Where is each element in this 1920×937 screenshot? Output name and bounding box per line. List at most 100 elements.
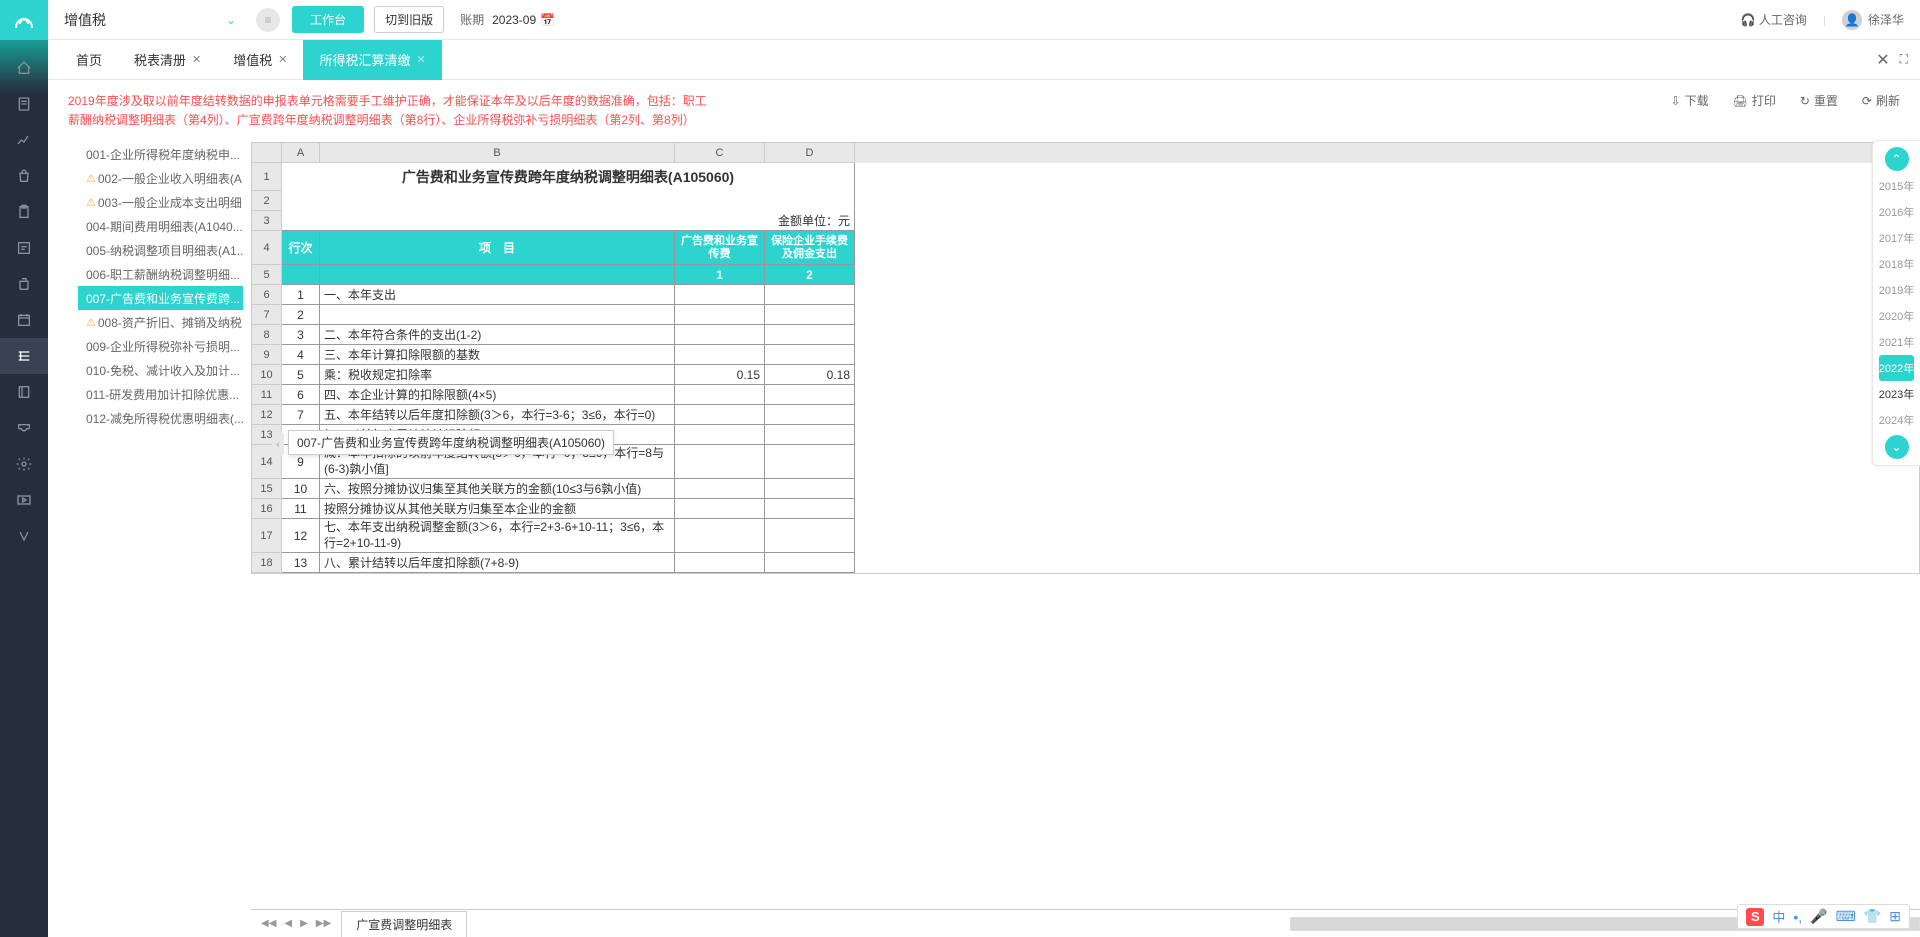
cell-value[interactable] bbox=[765, 425, 855, 445]
cell-value[interactable] bbox=[675, 405, 765, 425]
navlist-item[interactable]: 006-职工薪酬纳税调整明细... bbox=[78, 262, 243, 286]
cell-value[interactable] bbox=[765, 305, 855, 325]
year-up-icon[interactable]: ⌃ bbox=[1885, 147, 1909, 171]
sheet-prev-icon[interactable]: ◀ bbox=[282, 918, 294, 929]
ledger-icon[interactable] bbox=[0, 338, 48, 374]
navlist-item[interactable]: 004-期间费用明细表(A1040... bbox=[78, 214, 243, 238]
cell-value[interactable] bbox=[675, 553, 765, 573]
home-icon[interactable] bbox=[0, 50, 48, 86]
row-header[interactable]: 12 bbox=[252, 405, 282, 425]
ime-mic-icon[interactable]: 🎤 bbox=[1810, 908, 1827, 925]
close-icon[interactable]: ✕ bbox=[192, 53, 201, 66]
chart-icon[interactable] bbox=[0, 122, 48, 158]
cell-item[interactable]: 四、本企业计算的扣除限额(4×5) bbox=[320, 385, 675, 405]
header-sub2[interactable]: 2 bbox=[765, 265, 855, 285]
clipboard-icon[interactable] bbox=[0, 194, 48, 230]
row-header[interactable]: 16 bbox=[252, 499, 282, 519]
logo[interactable] bbox=[0, 0, 48, 40]
cell-rownum[interactable]: 13 bbox=[282, 553, 320, 573]
cell-item[interactable]: 六、按照分摊协议归集至其他关联方的金额(10≤3与6孰小值) bbox=[320, 479, 675, 499]
cell-value[interactable] bbox=[675, 479, 765, 499]
cell-item[interactable]: 一、本年支出 bbox=[320, 285, 675, 305]
year-item[interactable]: 2024年 bbox=[1879, 407, 1914, 433]
navlist-item[interactable]: ⚠003-一般企业成本支出明细... bbox=[78, 190, 243, 214]
row-header[interactable]: 17 bbox=[252, 519, 282, 553]
inbox-icon[interactable] bbox=[0, 410, 48, 446]
doc-icon[interactable] bbox=[0, 86, 48, 122]
cell-value[interactable] bbox=[765, 285, 855, 305]
header-col2[interactable]: 保险企业手续费及佣金支出 bbox=[765, 231, 855, 265]
cell-value[interactable] bbox=[675, 345, 765, 365]
navlist-item[interactable]: 001-企业所得税年度纳税申... bbox=[78, 142, 243, 166]
cell-value[interactable] bbox=[765, 345, 855, 365]
cell-value[interactable] bbox=[675, 285, 765, 305]
sheet-first-icon[interactable]: ◀◀ bbox=[259, 918, 278, 929]
circle-icon[interactable]: ≡ bbox=[256, 8, 280, 32]
row-header[interactable]: 11 bbox=[252, 385, 282, 405]
cell-value[interactable] bbox=[765, 553, 855, 573]
col-header-d[interactable]: D bbox=[765, 143, 855, 163]
cell-rownum[interactable]: 12 bbox=[282, 519, 320, 553]
row-header[interactable]: 5 bbox=[252, 265, 282, 285]
year-item[interactable]: 2017年 bbox=[1879, 225, 1914, 251]
cell-rownum[interactable]: 3 bbox=[282, 325, 320, 345]
settings-icon[interactable] bbox=[0, 446, 48, 482]
cell-value[interactable] bbox=[675, 325, 765, 345]
video-icon[interactable] bbox=[0, 482, 48, 518]
v-icon[interactable] bbox=[0, 518, 48, 554]
workspace-button[interactable]: 工作台 bbox=[292, 6, 364, 33]
title-dropdown-icon[interactable]: ⌄ bbox=[226, 13, 236, 27]
close-all-icon[interactable]: ✕ bbox=[1876, 50, 1889, 70]
bag-icon[interactable] bbox=[0, 158, 48, 194]
cell-rownum[interactable]: 11 bbox=[282, 499, 320, 519]
year-item[interactable]: 2022年 bbox=[1879, 355, 1914, 381]
cell-value[interactable] bbox=[675, 445, 765, 479]
year-item[interactable]: 2020年 bbox=[1879, 303, 1914, 329]
row-header[interactable]: 10 bbox=[252, 365, 282, 385]
cell-rownum[interactable]: 10 bbox=[282, 479, 320, 499]
header-col1[interactable]: 广告费和业务宣传费 bbox=[675, 231, 765, 265]
cell-item[interactable]: 乘：税收规定扣除率 bbox=[320, 365, 675, 385]
switch-old-button[interactable]: 切到旧版 bbox=[374, 6, 444, 33]
row-header[interactable]: 15 bbox=[252, 479, 282, 499]
tab-tax-list[interactable]: 税表清册✕ bbox=[118, 40, 217, 80]
close-icon[interactable]: ✕ bbox=[417, 53, 426, 66]
col-header-c[interactable]: C bbox=[675, 143, 765, 163]
navlist-item[interactable]: ⚠002-一般企业收入明细表(A... bbox=[78, 166, 243, 190]
cell-item[interactable]: 按照分摊协议从其他关联方归集至本企业的金额 bbox=[320, 499, 675, 519]
navlist-item[interactable]: 007-广告费和业务宣传费跨... bbox=[78, 286, 243, 310]
cell-item[interactable] bbox=[320, 305, 675, 325]
cell-value[interactable] bbox=[675, 519, 765, 553]
header-rownum[interactable]: 行次 bbox=[282, 231, 320, 265]
cell-value[interactable] bbox=[765, 519, 855, 553]
col-header-b[interactable]: B bbox=[320, 143, 675, 163]
navlist-item[interactable]: 011-研发费用加计扣除优惠... bbox=[78, 382, 243, 406]
cell-value[interactable]: 0.15 bbox=[675, 365, 765, 385]
year-item[interactable]: 2016年 bbox=[1879, 199, 1914, 225]
cell-value[interactable] bbox=[765, 385, 855, 405]
sheet-tab[interactable]: 广宣费调整明细表 bbox=[341, 911, 467, 937]
cell-rownum[interactable]: 1 bbox=[282, 285, 320, 305]
maximize-icon[interactable]: ⛶ bbox=[1900, 52, 1908, 67]
navlist-item[interactable]: 005-纳税调整项目明细表(A1... bbox=[78, 238, 243, 262]
cell-value[interactable] bbox=[675, 499, 765, 519]
row-header[interactable]: 6 bbox=[252, 285, 282, 305]
print-button[interactable]: 🖨 打印 bbox=[1733, 92, 1776, 109]
sheet-corner[interactable] bbox=[252, 143, 282, 163]
cell-value[interactable] bbox=[675, 385, 765, 405]
cell[interactable] bbox=[282, 265, 320, 285]
ime-logo-icon[interactable]: S bbox=[1746, 908, 1764, 926]
ime-skin-icon[interactable]: 👕 bbox=[1864, 908, 1881, 925]
cell-value[interactable] bbox=[765, 479, 855, 499]
navlist-item[interactable]: 010-免税、减计收入及加计... bbox=[78, 358, 243, 382]
row-header[interactable]: 8 bbox=[252, 325, 282, 345]
row-header[interactable]: 9 bbox=[252, 345, 282, 365]
ime-punct-icon[interactable]: •, bbox=[1793, 909, 1802, 925]
year-item[interactable]: 2023年 bbox=[1879, 381, 1914, 407]
col-header-a[interactable]: A bbox=[282, 143, 320, 163]
cell-rownum[interactable]: 4 bbox=[282, 345, 320, 365]
header-item[interactable]: 项 目 bbox=[320, 231, 675, 265]
tab-home[interactable]: 首页 bbox=[60, 40, 118, 80]
year-item[interactable]: 2021年 bbox=[1879, 329, 1914, 355]
cell-item[interactable]: 三、本年计算扣除限额的基数 bbox=[320, 345, 675, 365]
